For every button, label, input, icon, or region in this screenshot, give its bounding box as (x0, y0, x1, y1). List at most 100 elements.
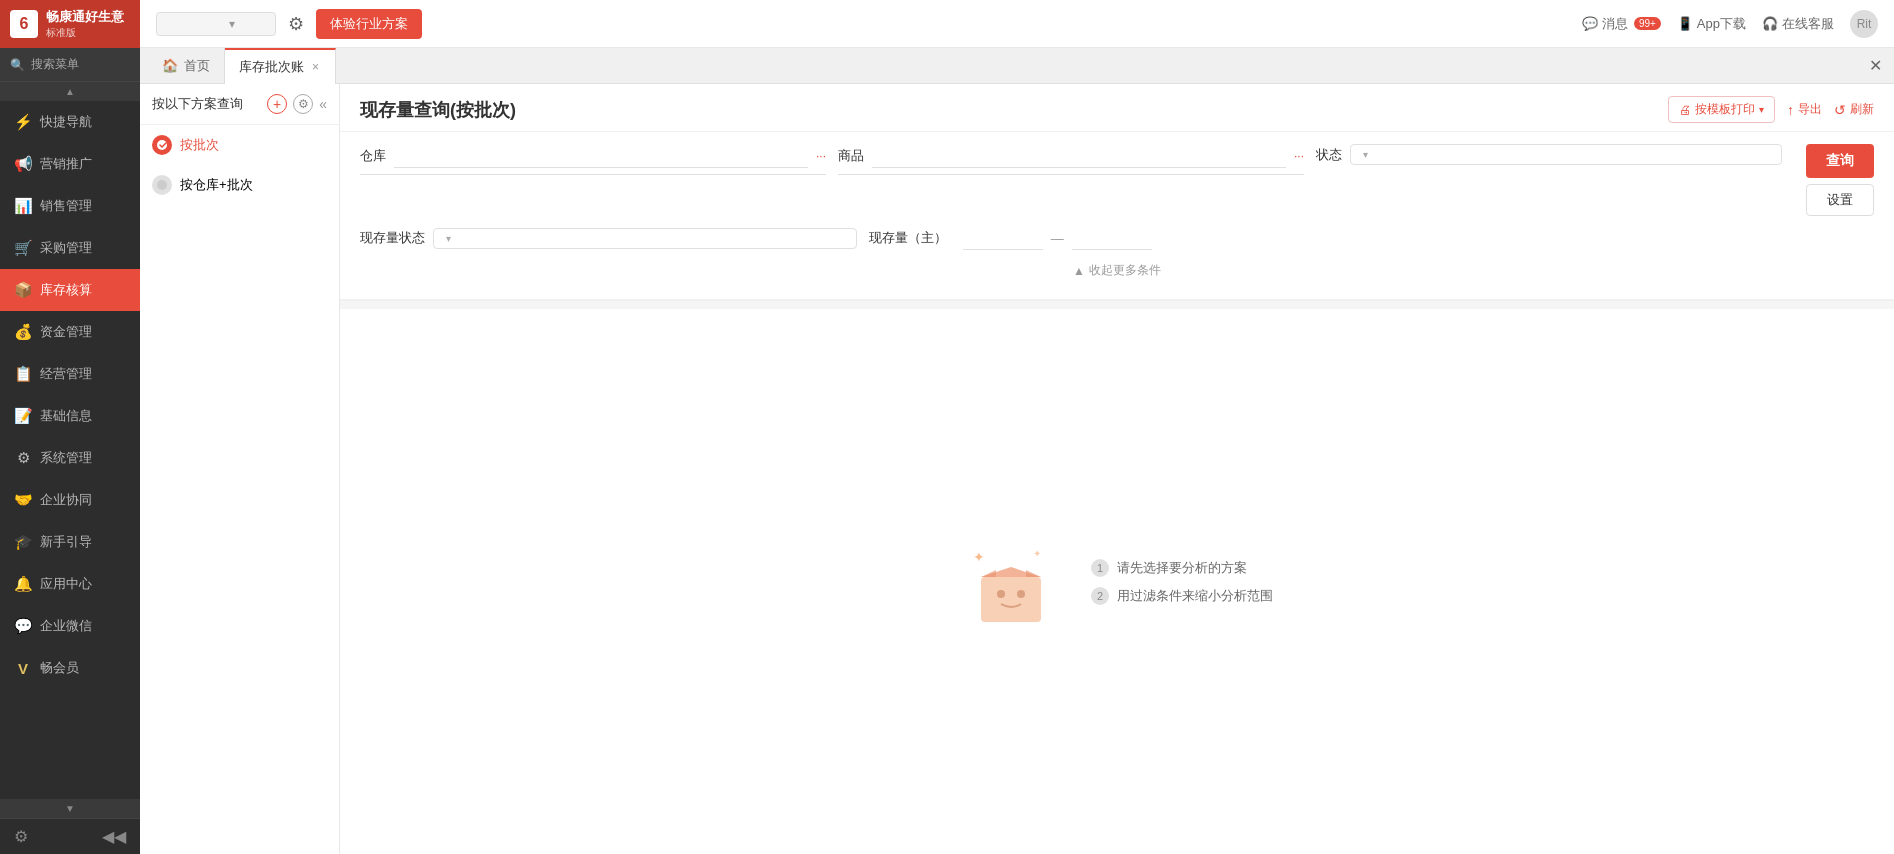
header-actions: + ⚙ « (267, 94, 327, 114)
inventory-status-dropdown[interactable]: ▾ (433, 228, 857, 249)
status-dropdown[interactable]: ▾ (1350, 144, 1782, 165)
export-btn[interactable]: ↑ 导出 (1787, 101, 1822, 118)
sidebar-item-newbie[interactable]: 🎓 新手引导 (0, 521, 140, 563)
sidebar-item-sales[interactable]: 📊 销售管理 (0, 185, 140, 227)
tab-panel-close-btn[interactable]: ✕ (1857, 56, 1894, 75)
scheme-settings-btn[interactable]: ⚙ (293, 94, 313, 114)
sidebar-header: 6 畅康通好生意 标准版 (0, 0, 140, 48)
warehouse-more-btn[interactable]: ··· (816, 149, 826, 163)
empty-state-content: ✦ ✦ 1 请先选择要分析的方案 2 用过滤条件来缩小分析范围 (961, 532, 1273, 632)
collapse-more-btn[interactable]: ▲ 收起更多条件 (360, 254, 1874, 287)
collapse-sidebar-icon[interactable]: ◀◀ (102, 827, 126, 846)
tab-home[interactable]: 🏠 首页 (148, 48, 225, 84)
print-dropdown-icon[interactable]: ▾ (1759, 104, 1764, 115)
settings-btn[interactable]: 设置 (1806, 184, 1874, 216)
collapse-panel-btn[interactable]: « (319, 96, 327, 112)
left-panel-title: 按以下方案查询 (152, 95, 243, 113)
tip-2-text: 用过滤条件来缩小分析范围 (1117, 587, 1273, 605)
svg-text:✦: ✦ (1033, 548, 1041, 559)
home-icon: 🏠 (162, 58, 178, 73)
filter-area: 仓库 ··· 商品 ··· 状态 ▾ (340, 132, 1894, 300)
experience-industry-btn[interactable]: 体验行业方案 (316, 9, 422, 39)
enterprise-icon: 🤝 (14, 491, 32, 509)
tip-num-2: 2 (1091, 587, 1109, 605)
scheme-item-batch[interactable]: 按批次 (140, 125, 339, 165)
print-btn[interactable]: 🖨 按模板打印 ▾ (1668, 96, 1775, 123)
user-profile-btn[interactable]: Rit (1850, 10, 1878, 38)
sidebar-item-wechat[interactable]: 💬 企业微信 (0, 605, 140, 647)
sidebar-item-label: 资金管理 (40, 323, 92, 341)
sidebar-item-quicknav[interactable]: ⚡ 快捷导航 (0, 101, 140, 143)
scheme-item-warehouse-batch[interactable]: 按仓库+批次 (140, 165, 339, 205)
headset-icon: 🎧 (1762, 16, 1778, 31)
tab-inventory-batch[interactable]: 库存批次账 × (225, 48, 336, 84)
wechat-icon: 💬 (14, 617, 32, 635)
operations-icon: 📋 (14, 365, 32, 383)
inventory-qty-from[interactable] (963, 226, 1043, 250)
finance-icon: 💰 (14, 323, 32, 341)
sidebar-item-inventory[interactable]: 📦 库存核算 (0, 269, 140, 311)
tab-bar: 🏠 首页 库存批次账 × ✕ (140, 48, 1894, 84)
empty-state: ✦ ✦ 1 请先选择要分析的方案 2 用过滤条件来缩小分析范围 (340, 309, 1894, 854)
sidebar-item-member[interactable]: V 畅会员 (0, 647, 140, 689)
sidebar-item-label: 企业微信 (40, 617, 92, 635)
refresh-btn-label: 刷新 (1850, 101, 1874, 118)
inventory-status-label: 现存量状态 (360, 229, 425, 247)
message-icon: 💬 (1582, 16, 1598, 31)
sidebar-item-label: 库存核算 (40, 281, 92, 299)
inventory-qty-to[interactable] (1072, 226, 1152, 250)
sidebar-item-appstore[interactable]: 🔔 应用中心 (0, 563, 140, 605)
svg-point-1 (157, 180, 167, 190)
messages-label: 消息 (1602, 15, 1628, 33)
search-menu-item[interactable]: 🔍 搜索菜单 (0, 48, 140, 82)
scroll-down-btn[interactable]: ▼ (0, 799, 140, 818)
empty-tip-1: 1 请先选择要分析的方案 (1091, 559, 1273, 577)
app-download-btn[interactable]: 📱 App下载 (1677, 15, 1746, 33)
sidebar-item-finance[interactable]: 💰 资金管理 (0, 311, 140, 353)
newbie-icon: 🎓 (14, 533, 32, 551)
sidebar-item-label: 系统管理 (40, 449, 92, 467)
topbar-search-group[interactable]: ▾ (156, 12, 276, 36)
warehouse-input[interactable] (394, 144, 808, 168)
app-version: 标准版 (46, 26, 124, 40)
svg-point-7 (1017, 590, 1025, 598)
tip-num-1: 1 (1091, 559, 1109, 577)
status-label: 状态 (1316, 146, 1342, 164)
basic-icon: 📝 (14, 407, 32, 425)
topbar-dropdown-btn[interactable]: ▾ (229, 17, 235, 31)
topbar-search-input[interactable] (165, 17, 225, 31)
sidebar-item-label: 销售管理 (40, 197, 92, 215)
inventory-icon: 📦 (14, 281, 32, 299)
sidebar-item-marketing[interactable]: 📢 营销推广 (0, 143, 140, 185)
search-menu-label: 搜索菜单 (31, 56, 79, 73)
divider (340, 300, 1894, 301)
svg-marker-4 (981, 570, 996, 577)
scheme-label-batch: 按批次 (180, 136, 219, 154)
sidebar-item-enterprise[interactable]: 🤝 企业协同 (0, 479, 140, 521)
tab-close-btn[interactable]: × (310, 60, 321, 74)
sidebar-item-operations[interactable]: 📋 经营管理 (0, 353, 140, 395)
refresh-btn[interactable]: ↺ 刷新 (1834, 101, 1874, 118)
add-scheme-btn[interactable]: + (267, 94, 287, 114)
sidebar-item-purchase[interactable]: 🛒 采购管理 (0, 227, 140, 269)
appstore-icon: 🔔 (14, 575, 32, 593)
topbar-settings-btn[interactable]: ⚙ (284, 9, 308, 39)
online-service-btn[interactable]: 🎧 在线客服 (1762, 15, 1834, 33)
product-input[interactable] (872, 144, 1286, 168)
product-more-btn[interactable]: ··· (1294, 149, 1304, 163)
query-btn[interactable]: 查询 (1806, 144, 1874, 178)
scroll-up-btn[interactable]: ▲ (0, 82, 140, 101)
export-btn-label: 导出 (1798, 101, 1822, 118)
sidebar-item-basic[interactable]: 📝 基础信息 (0, 395, 140, 437)
search-icon: 🔍 (10, 58, 25, 72)
phone-icon: 📱 (1677, 16, 1693, 31)
left-panel: 按以下方案查询 + ⚙ « 按批次 按仓库+批次 (140, 84, 340, 854)
sidebar-item-system[interactable]: ⚙ 系统管理 (0, 437, 140, 479)
inventory-status-arrow: ▾ (446, 233, 451, 244)
settings-icon[interactable]: ⚙ (14, 827, 28, 846)
app-logo: 6 (10, 10, 38, 38)
tab-home-label: 首页 (184, 57, 210, 75)
messages-btn[interactable]: 💬 消息 99+ (1582, 15, 1661, 33)
page-title: 现存量查询(按批次) (360, 98, 516, 122)
sidebar-item-label: 应用中心 (40, 575, 92, 593)
